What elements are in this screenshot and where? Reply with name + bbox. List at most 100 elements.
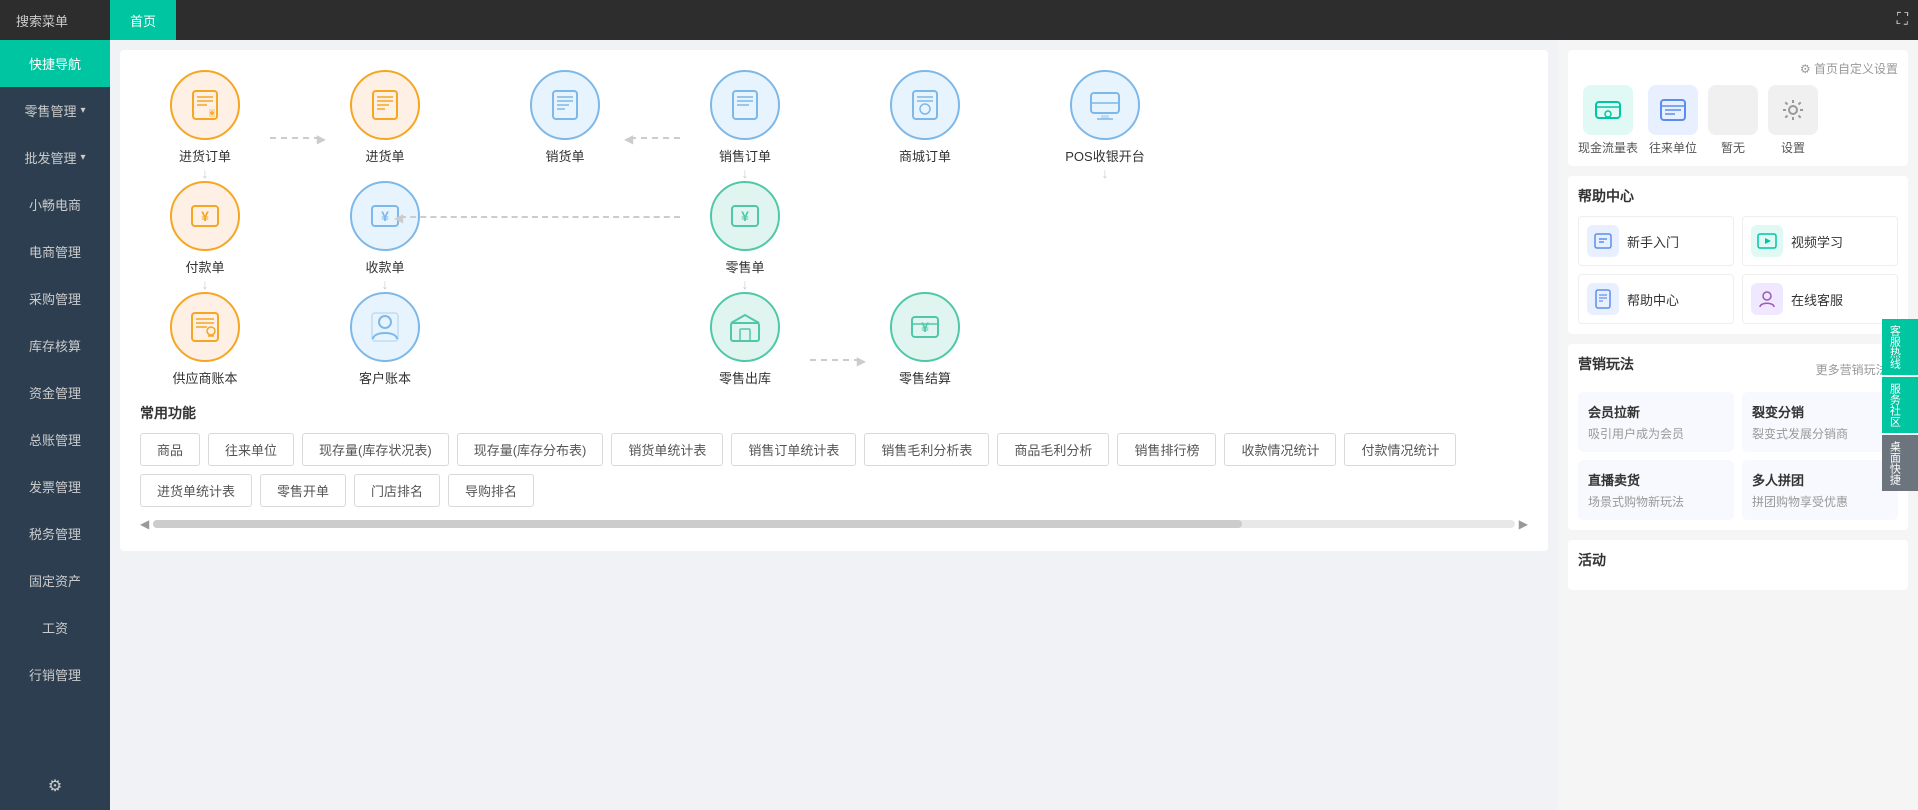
spacer-8	[270, 361, 320, 387]
home-tab[interactable]: 首页	[110, 0, 176, 40]
sidebar-item-invoice[interactable]: 发票管理	[0, 463, 110, 510]
marketing-item-member[interactable]: 会员拉新 吸引用户成为会员	[1578, 392, 1734, 452]
top-right: ⛶	[1897, 11, 1918, 29]
payment-label: 付款单	[185, 257, 224, 276]
sales-order-icon	[710, 70, 780, 140]
func-btn-counterpart[interactable]: 往来单位	[208, 433, 294, 466]
help-item-beginner[interactable]: 新手入门	[1578, 216, 1734, 266]
beginner-label: 新手入门	[1627, 232, 1679, 251]
purchase-slip-label: 进货单	[365, 146, 404, 165]
search-menu[interactable]: 搜索菜单	[0, 0, 110, 40]
customer-label: 客户账本	[359, 368, 411, 387]
func-btn-product[interactable]: 商品	[140, 433, 200, 466]
service-community-button[interactable]: 服务社区	[1882, 377, 1918, 433]
func-btn-payment-stat[interactable]: 付款情况统计	[1344, 433, 1456, 466]
func-btn-guide-rank[interactable]: 导购排名	[448, 474, 534, 507]
desktop-shortcut-button[interactable]: 桌面快捷	[1882, 435, 1918, 491]
sidebar-item-purchase[interactable]: 采购管理	[0, 275, 110, 322]
customize-link[interactable]: ⚙ 首页自定义设置	[1800, 60, 1898, 77]
help-item-help[interactable]: 帮助中心	[1578, 274, 1734, 324]
func-btn-inventory-status[interactable]: 现存量(库存状况表)	[302, 433, 449, 466]
flow-node-retail-checkout[interactable]: ¥ 零售结算	[860, 292, 990, 387]
func-btn-product-profit[interactable]: 商品毛利分析	[997, 433, 1109, 466]
svg-text:¥: ¥	[201, 208, 209, 224]
main-layout: 快捷导航 零售管理 ▾ 批发管理 ▾ 小畅电商 电商管理 采购管理 库存核算 资…	[0, 40, 1918, 810]
sidebar-item-retail-mgmt[interactable]: 零售管理 ▾	[0, 87, 110, 134]
flow-node-mall-order[interactable]: 商城订单	[860, 70, 990, 165]
func-btn-sales-rank[interactable]: 销售排行榜	[1117, 433, 1216, 466]
scroll-right-button[interactable]: ▶	[1519, 517, 1528, 531]
help-item-video[interactable]: 视频学习	[1742, 216, 1898, 266]
scroll-track[interactable]	[153, 520, 1515, 528]
sidebar-item-tax[interactable]: 税务管理	[0, 510, 110, 557]
quick-icon-none[interactable]: 暂无	[1708, 85, 1758, 156]
func-btn-sales-stat[interactable]: 销货单统计表	[611, 433, 723, 466]
scroll-left-button[interactable]: ◀	[140, 517, 149, 531]
svg-text:¥: ¥	[921, 319, 929, 335]
sidebar-item-more[interactable]: 行销管理	[0, 651, 110, 698]
quick-icon-cash-flow[interactable]: 现金流量表	[1578, 85, 1638, 156]
flow-node-retail-slip[interactable]: ¥ 零售单 ◀	[680, 181, 810, 276]
spacer-1	[450, 139, 500, 165]
customer-service-button[interactable]: 客服热线	[1882, 319, 1918, 375]
sales-slip-icon	[530, 70, 600, 140]
quick-icon-counterpart[interactable]: 往来单位	[1648, 85, 1698, 156]
help-doc-icon	[1587, 283, 1619, 315]
func-btn-inventory-dist[interactable]: 现存量(库存分布表)	[457, 433, 604, 466]
func-btn-purchase-stat[interactable]: 进货单统计表	[140, 474, 252, 507]
func-btn-sales-order-stat[interactable]: 销售订单统计表	[731, 433, 856, 466]
member-title: 会员拉新	[1588, 402, 1724, 421]
sidebar-item-salary[interactable]: 工资	[0, 604, 110, 651]
flow-node-supplier[interactable]: 供应商账本	[140, 292, 270, 387]
marketing-item-live[interactable]: 直播卖货 场景式购物新玩法	[1578, 460, 1734, 520]
supplier-icon	[170, 292, 240, 362]
flow-node-sales-slip[interactable]: 销货单	[500, 70, 630, 165]
sidebar-item-xiaochu[interactable]: 小畅电商	[0, 181, 110, 228]
purchase-order-icon	[170, 70, 240, 140]
help-center: 帮助中心 新手入门 视频学习	[1568, 176, 1908, 334]
marketing-item-split-sale[interactable]: 裂变分销 裂变式发展分销商	[1742, 392, 1898, 452]
svg-text:¥: ¥	[741, 208, 749, 224]
flow-node-customer[interactable]: 客户账本	[320, 292, 450, 387]
split-sale-title: 裂变分销	[1752, 402, 1888, 421]
sidebar-item-quick-nav[interactable]: 快捷导航	[0, 40, 110, 87]
sidebar-item-label: 库存核算	[29, 336, 81, 355]
sidebar-item-label: 批发管理	[24, 148, 76, 167]
flow-node-pos[interactable]: POS收银开台	[1040, 70, 1170, 165]
marketing-item-group-buy[interactable]: 多人拼团 拼团购物享受优惠	[1742, 460, 1898, 520]
sidebar-item-inventory[interactable]: 库存核算	[0, 322, 110, 369]
sidebar-item-label: 电商管理	[29, 242, 81, 261]
fullscreen-button[interactable]: ⛶	[1897, 11, 1908, 28]
sidebar-settings-button[interactable]: ⚙	[0, 762, 110, 810]
flow-node-receipt[interactable]: ¥ 收款单	[320, 181, 450, 276]
flow-row-3: 供应商账本 客户账本	[140, 292, 1528, 387]
flow-node-purchase-slip[interactable]: 进货单	[320, 70, 450, 165]
spacer-2	[810, 139, 860, 165]
split-sale-desc: 裂变式发展分销商	[1752, 425, 1888, 442]
help-item-online-service[interactable]: 在线客服	[1742, 274, 1898, 324]
sidebar-item-label: 小畅电商	[29, 195, 81, 214]
marketing: 营销玩法 更多营销玩法 > 会员拉新 吸引用户成为会员 裂变分销 裂变式发展分销…	[1568, 344, 1908, 530]
flow-node-purchase-order[interactable]: 进货订单	[140, 70, 270, 165]
sidebar-item-finance[interactable]: 资金管理	[0, 369, 110, 416]
quick-icons-row: 现金流量表 往来单位 暂无	[1578, 85, 1898, 156]
sidebar-item-wholesale-mgmt[interactable]: 批发管理 ▾	[0, 134, 110, 181]
func-btn-retail-order[interactable]: 零售开单	[260, 474, 346, 507]
sidebar-item-assets[interactable]: 固定资产	[0, 557, 110, 604]
arrow-3: ▶	[810, 359, 860, 387]
sidebar-item-ecom[interactable]: 电商管理	[0, 228, 110, 275]
sidebar-item-label: 总账管理	[29, 430, 81, 449]
func-btn-store-rank[interactable]: 门店排名	[354, 474, 440, 507]
func-btn-receipt-stat[interactable]: 收款情况统计	[1224, 433, 1336, 466]
flow-node-payment[interactable]: ¥ 付款单	[140, 181, 270, 276]
flow-node-retail-warehouse[interactable]: 零售出库	[680, 292, 810, 387]
func-btn-sales-profit[interactable]: 销售毛利分析表	[864, 433, 989, 466]
spacer-3	[990, 139, 1040, 165]
func-grid: 商品 往来单位 现存量(库存状况表) 现存量(库存分布表) 销货单统计表 销售订…	[140, 433, 1528, 507]
sidebar-item-ledger[interactable]: 总账管理	[0, 416, 110, 463]
help-center-title: 帮助中心	[1578, 186, 1898, 206]
quick-icon-settings[interactable]: 设置	[1768, 85, 1818, 156]
flow-node-sales-order[interactable]: 销售订单	[680, 70, 810, 165]
marketing-header: 营销玩法 更多营销玩法 >	[1578, 354, 1898, 384]
none-icon	[1708, 85, 1758, 135]
